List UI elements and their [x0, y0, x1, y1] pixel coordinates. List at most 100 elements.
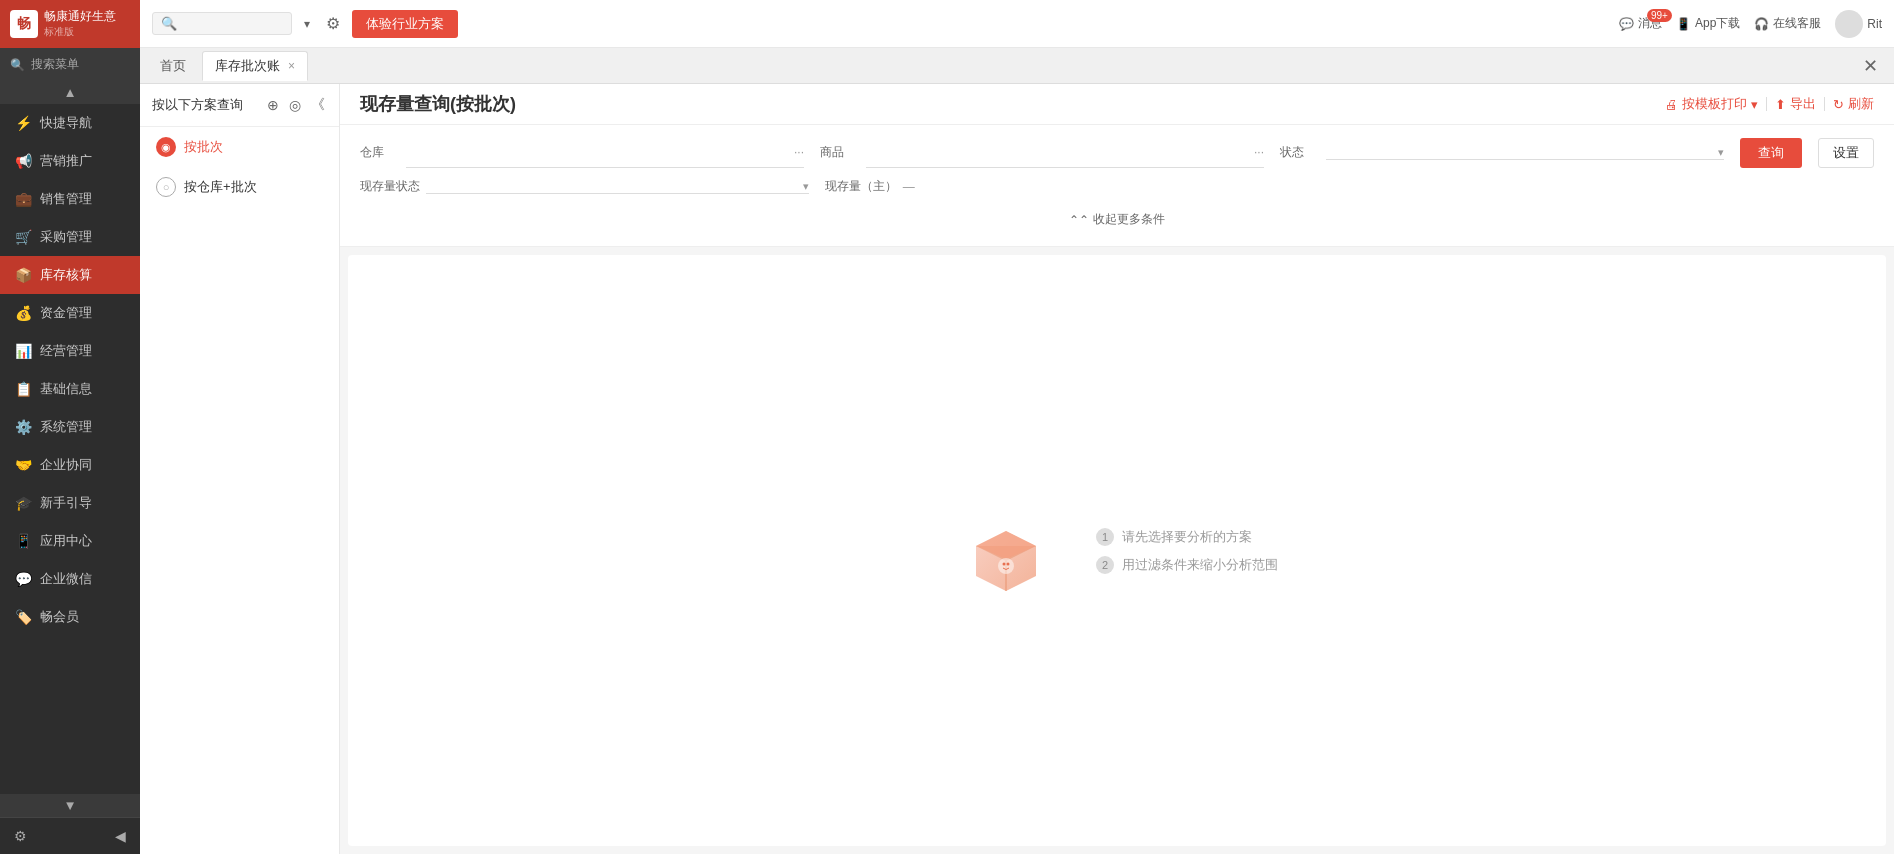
search-icon: 🔍: [10, 58, 25, 72]
filter-area: 仓库 ··· 商品 ···: [340, 125, 1894, 247]
basic-icon: 📋: [14, 380, 32, 398]
scroll-up-button[interactable]: ▲: [0, 81, 140, 104]
status-filter: 状态 ▾: [1280, 144, 1724, 161]
scroll-down-button[interactable]: ▼: [0, 794, 140, 817]
home-tab-label: 首页: [160, 57, 186, 75]
app-version: 标准版: [44, 25, 116, 39]
sidebar-item-operation[interactable]: 📊 经营管理: [0, 332, 140, 370]
tip-text-2: 用过滤条件来缩小分析范围: [1122, 556, 1278, 574]
topbar-actions: 💬 消息 99+ 📱 App下载 🎧 在线客服 Rit: [1619, 10, 1882, 38]
sidebar-search[interactable]: 🔍 搜索菜单: [0, 48, 140, 81]
sidebar-label: 系统管理: [40, 418, 92, 436]
plan-label: 按批次: [184, 138, 223, 156]
status-dropdown-arrow: ▾: [1718, 146, 1724, 159]
settings-icon[interactable]: ⚙: [14, 828, 27, 844]
inventory-qty-label: 现存量（主）: [825, 178, 897, 195]
search-dropdown-button[interactable]: ▾: [300, 15, 314, 33]
search-box: 🔍: [152, 12, 292, 35]
filter-row-2: 现存量状态 ▾ 现存量（主） —: [360, 178, 1874, 195]
product-label: 商品: [820, 144, 860, 161]
sidebar-label: 快捷导航: [40, 114, 92, 132]
plan-item-by-warehouse-batch[interactable]: ○ 按仓库+批次: [140, 167, 339, 207]
sidebar-item-quick-nav[interactable]: ⚡ 快捷导航: [0, 104, 140, 142]
product-input-wrap: ···: [866, 137, 1264, 168]
collapse-filter-button[interactable]: ⌃⌃ 收起更多条件: [360, 205, 1874, 234]
tabbar-right: ✕: [1855, 51, 1886, 81]
export-button[interactable]: ⬆ 导出: [1775, 95, 1816, 113]
sidebar-item-wechat[interactable]: 💬 企业微信: [0, 560, 140, 598]
collapse-up-icon: ⌃⌃: [1069, 213, 1089, 227]
sidebar-item-enterprise[interactable]: 🤝 企业协同: [0, 446, 140, 484]
app-download-button[interactable]: 📱 App下载: [1676, 15, 1740, 32]
empty-tips: 1 请先选择要分析的方案 2 用过滤条件来缩小分析范围: [1096, 528, 1278, 574]
topbar-settings-button[interactable]: ⚙: [322, 10, 344, 37]
appcenter-icon: 📱: [14, 532, 32, 550]
refresh-button[interactable]: ↻ 刷新: [1833, 95, 1874, 113]
product-filter: 商品 ···: [820, 137, 1264, 168]
main-area: 🔍 ▾ ⚙ 体验行业方案 💬 消息 99+ 📱 App下载 🎧 在线客服 Rit: [140, 0, 1894, 854]
tip-num-2: 2: [1096, 556, 1114, 574]
left-panel: 按以下方案查询 ⊕ ◎ 《 ◉ 按批次 ○ 按仓库+批次: [140, 84, 340, 854]
warehouse-label: 仓库: [360, 144, 400, 161]
tab-inventory-batch[interactable]: 库存批次账 ×: [202, 51, 308, 81]
status-select-wrap: ▾: [1326, 146, 1724, 160]
online-service-button[interactable]: 🎧 在线客服: [1754, 15, 1821, 32]
warehouse-dots-button[interactable]: ···: [794, 145, 804, 159]
message-button[interactable]: 💬 消息 99+: [1619, 15, 1662, 32]
sidebar-item-sales[interactable]: 💼 销售管理: [0, 180, 140, 218]
sidebar-item-appcenter[interactable]: 📱 应用中心: [0, 522, 140, 560]
quick-nav-icon: ⚡: [14, 114, 32, 132]
user-avatar[interactable]: Rit: [1835, 10, 1882, 38]
headset-icon: 🎧: [1754, 17, 1769, 31]
sidebar-label: 基础信息: [40, 380, 92, 398]
product-dots-button[interactable]: ···: [1254, 145, 1264, 159]
page-header: 现存量查询(按批次) 🖨 按模板打印 ▾ ⬆ 导出 ↻ 刷: [340, 84, 1894, 125]
inventory-status-label: 现存量状态: [360, 178, 420, 195]
plan-label: 按仓库+批次: [184, 178, 257, 196]
sidebar-item-system[interactable]: ⚙️ 系统管理: [0, 408, 140, 446]
sidebar-item-basic[interactable]: 📋 基础信息: [0, 370, 140, 408]
sidebar-item-marketing[interactable]: 📢 营销推广: [0, 142, 140, 180]
tab-home[interactable]: 首页: [148, 51, 198, 81]
inventory-qty-filter: 现存量（主） —: [825, 178, 1274, 195]
inventory-qty-dash: —: [903, 180, 915, 194]
sidebar-footer: ⚙ ◀: [0, 817, 140, 854]
print-dropdown-icon: ▾: [1751, 97, 1758, 112]
app-info: 畅康通好生意 标准版: [44, 9, 116, 39]
content-area: 按以下方案查询 ⊕ ◎ 《 ◉ 按批次 ○ 按仓库+批次 现存量查询(按批次): [140, 84, 1894, 854]
warehouse-input-wrap: ···: [406, 137, 804, 168]
experience-button[interactable]: 体验行业方案: [352, 10, 458, 38]
plan-settings-button[interactable]: ◎: [287, 95, 303, 115]
product-input[interactable]: [866, 141, 1254, 163]
tip-text-1: 请先选择要分析的方案: [1122, 528, 1252, 546]
svg-point-5: [1003, 562, 1006, 565]
member-icon: 🏷️: [14, 608, 32, 626]
sidebar: 畅 畅康通好生意 标准版 🔍 搜索菜单 ▲ ⚡ 快捷导航 📢 营销推广 💼 销售…: [0, 0, 140, 854]
add-plan-button[interactable]: ⊕: [265, 95, 281, 115]
plan-icon-inactive: ○: [156, 177, 176, 197]
print-button[interactable]: 🖨 按模板打印 ▾: [1665, 95, 1758, 113]
app-download-label: App下载: [1695, 15, 1740, 32]
search-input[interactable]: [181, 17, 281, 31]
settings-button[interactable]: 设置: [1818, 138, 1874, 168]
warehouse-input[interactable]: [406, 141, 794, 163]
sidebar-item-newguide[interactable]: 🎓 新手引导: [0, 484, 140, 522]
tab-close-all-button[interactable]: ✕: [1855, 51, 1886, 81]
empty-content: 1 请先选择要分析的方案 2 用过滤条件来缩小分析范围: [956, 501, 1278, 601]
collapse-icon[interactable]: ◀: [115, 828, 126, 844]
left-panel-actions: ⊕ ◎ 《: [265, 94, 327, 116]
sidebar-item-inventory[interactable]: 📦 库存核算: [0, 256, 140, 294]
collapse-panel-button[interactable]: 《: [309, 94, 327, 116]
sidebar-item-member[interactable]: 🏷️ 畅会员: [0, 598, 140, 636]
tab-close-button[interactable]: ×: [288, 59, 295, 73]
sidebar-item-purchase[interactable]: 🛒 采购管理: [0, 218, 140, 256]
sidebar-label: 经营管理: [40, 342, 92, 360]
sidebar-item-finance[interactable]: 💰 资金管理: [0, 294, 140, 332]
query-button[interactable]: 查询: [1740, 138, 1802, 168]
divider: [1824, 97, 1825, 111]
divider: [1766, 97, 1767, 111]
avatar: [1835, 10, 1863, 38]
topbar: 🔍 ▾ ⚙ 体验行业方案 💬 消息 99+ 📱 App下载 🎧 在线客服 Rit: [140, 0, 1894, 48]
newguide-icon: 🎓: [14, 494, 32, 512]
plan-item-by-batch[interactable]: ◉ 按批次: [140, 127, 339, 167]
